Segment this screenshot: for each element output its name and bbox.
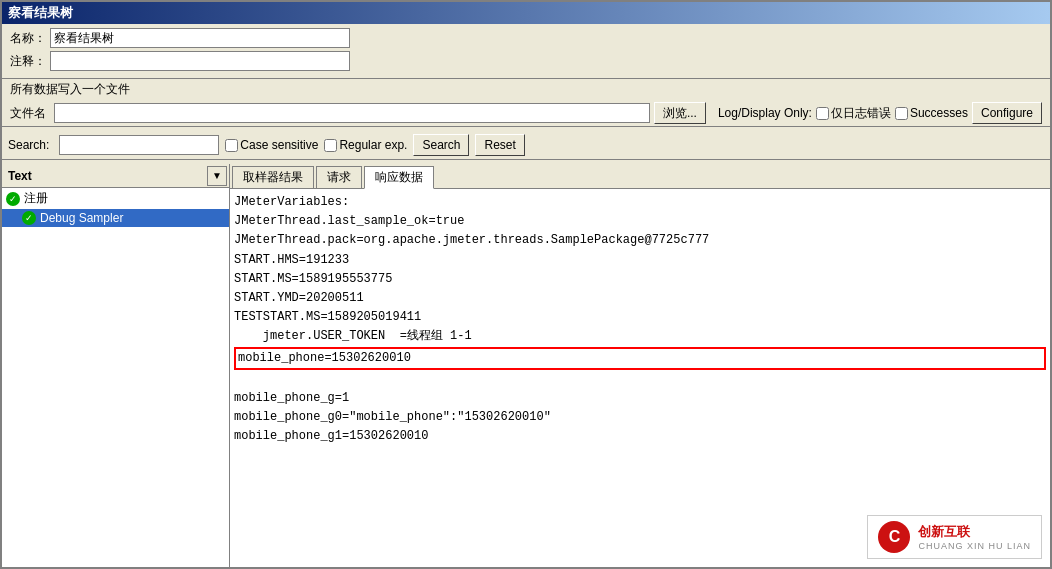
tree-item-debug[interactable]: ✓ Debug Sampler — [2, 209, 229, 227]
line-9-highlighted: mobile_phone=15302620010 — [234, 347, 1046, 370]
log-only-checkbox[interactable] — [816, 107, 829, 120]
reset-button[interactable]: Reset — [475, 134, 524, 156]
watermark-main: 创新互联 — [918, 523, 1031, 541]
tab-sampler-result[interactable]: 取样器结果 — [232, 166, 314, 188]
debug-icon: ✓ — [22, 211, 36, 225]
tabs-bar: 取样器结果 请求 响应数据 — [230, 164, 1050, 189]
left-panel: Text ▼ ✓ 注册 ✓ Debug Sampler — [2, 164, 230, 567]
name-row: 名称： — [10, 28, 1042, 48]
line-3: JMeterThread.pack=org.apache.jmeter.thre… — [234, 233, 709, 247]
filename-label: 文件名 — [10, 105, 46, 122]
left-panel-header: Text ▼ — [2, 164, 229, 188]
comment-input[interactable] — [50, 51, 350, 71]
filename-input[interactable] — [54, 103, 650, 123]
watermark: C 创新互联 CHUANG XIN HU LIAN — [867, 515, 1042, 559]
all-data-label: 所有数据写入一个文件 — [10, 82, 130, 96]
comment-row: 注释： — [10, 51, 1042, 71]
line-7: TESTSTART.MS=1589205019411 — [234, 310, 421, 324]
right-panel: 取样器结果 请求 响应数据 JMeterVariables: JMeterThr… — [230, 164, 1050, 567]
line-5: START.MS=1589195553775 — [234, 272, 392, 286]
configure-button[interactable]: Configure — [972, 102, 1042, 124]
successes-checkbox-label[interactable]: Successes — [895, 106, 968, 120]
content-area: Text ▼ ✓ 注册 ✓ Debug Sampler 取样器结果 请求 — [2, 164, 1050, 567]
watermark-logo: C — [878, 521, 910, 553]
line-12: mobile_phone_g1=15302620010 — [234, 429, 428, 443]
line-4: START.HMS=191233 — [234, 253, 349, 267]
tab-response-data[interactable]: 响应数据 — [364, 166, 434, 189]
regular-exp-checkbox[interactable] — [324, 139, 337, 152]
line-11: mobile_phone_g0="mobile_phone":"15302620… — [234, 410, 551, 424]
case-sensitive-label[interactable]: Case sensitive — [225, 138, 318, 152]
line-8: jmeter.USER_TOKEN =线程组 1-1 — [234, 329, 472, 343]
log-display-label: Log/Display Only: — [718, 106, 812, 120]
title-text: 察看结果树 — [8, 4, 73, 22]
left-panel-title: Text — [4, 169, 207, 183]
name-input[interactable] — [50, 28, 350, 48]
line-10: mobile_phone_g=1 — [234, 391, 349, 405]
name-label: 名称： — [10, 30, 46, 47]
content-text: JMeterVariables: JMeterThread.last_sampl… — [230, 189, 1050, 567]
watermark-sub: CHUANG XIN HU LIAN — [918, 541, 1031, 551]
line-6: START.YMD=20200511 — [234, 291, 364, 305]
all-data-row: 所有数据写入一个文件 — [2, 79, 1050, 100]
title-bar: 察看结果树 — [2, 2, 1050, 24]
tab-request[interactable]: 请求 — [316, 166, 362, 188]
case-sensitive-checkbox[interactable] — [225, 139, 238, 152]
comment-label: 注释： — [10, 53, 46, 70]
file-row: 文件名 浏览... Log/Display Only: 仅日志错误 Succes… — [2, 100, 1050, 127]
register-label: 注册 — [24, 190, 48, 207]
dropdown-arrow[interactable]: ▼ — [207, 166, 227, 186]
search-label: Search: — [8, 138, 49, 152]
log-only-checkbox-label[interactable]: 仅日志错误 — [816, 105, 891, 122]
successes-checkbox[interactable] — [895, 107, 908, 120]
watermark-text: 创新互联 CHUANG XIN HU LIAN — [918, 523, 1031, 551]
browse-button[interactable]: 浏览... — [654, 102, 706, 124]
tree-item-register[interactable]: ✓ 注册 — [2, 188, 229, 209]
form-section: 名称： 注释： — [2, 24, 1050, 79]
search-button[interactable]: Search — [413, 134, 469, 156]
register-icon: ✓ — [6, 192, 20, 206]
search-input[interactable] — [59, 135, 219, 155]
debug-label: Debug Sampler — [40, 211, 123, 225]
regular-exp-label[interactable]: Regular exp. — [324, 138, 407, 152]
search-bar: Search: Case sensitive Regular exp. Sear… — [2, 131, 1050, 160]
line-1: JMeterVariables: — [234, 195, 349, 209]
line-2: JMeterThread.last_sample_ok=true — [234, 214, 464, 228]
